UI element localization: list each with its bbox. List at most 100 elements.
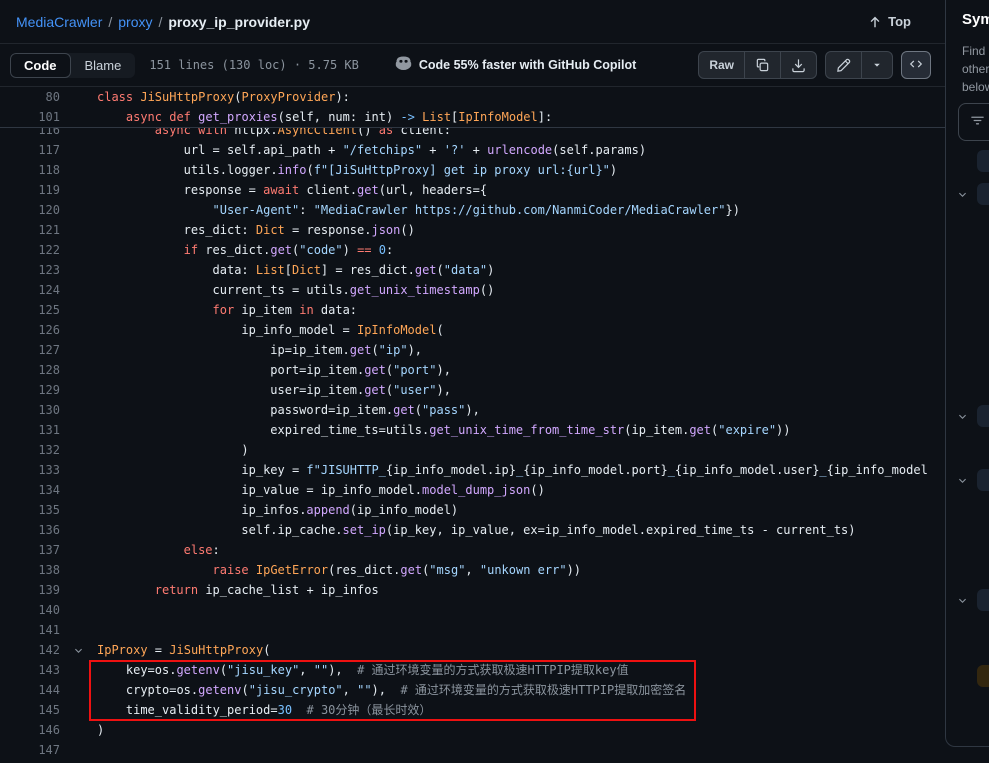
symbol-pill[interactable]	[977, 405, 989, 427]
symbol-item	[946, 469, 989, 493]
line-number[interactable]: 146	[0, 720, 60, 740]
code-text	[97, 740, 945, 760]
line-number[interactable]: 138	[0, 560, 60, 580]
symbol-pill[interactable]	[977, 665, 989, 687]
code-text: url = self.api_path + "/fetchips" + '?' …	[97, 140, 945, 160]
symbol-pill[interactable]	[977, 150, 989, 172]
line-number[interactable]: 118	[0, 160, 60, 180]
line-number[interactable]: 127	[0, 340, 60, 360]
edit-dropdown-chevron-icon[interactable]	[861, 52, 892, 78]
raw-button[interactable]: Raw	[699, 52, 744, 78]
line-number[interactable]: 117	[0, 140, 60, 160]
line-number[interactable]: 133	[0, 460, 60, 480]
filter-icon	[970, 113, 985, 131]
code-text: time_validity_period=30 # 30分钟（最长时效）	[97, 700, 945, 720]
code-line: 127ip=ip_item.get("ip"),	[0, 340, 945, 360]
code-brackets-icon	[909, 57, 923, 74]
line-number[interactable]: 139	[0, 580, 60, 600]
code-line: 140	[0, 600, 945, 620]
fold-spacer	[60, 280, 97, 300]
line-number[interactable]: 126	[0, 320, 60, 340]
toolbar-actions: Raw	[698, 51, 931, 79]
file-meta: 151 lines (130 loc) · 5.75 KB	[149, 58, 359, 72]
code-text: expired_time_ts=utils.get_unix_time_from…	[97, 420, 945, 440]
symbol-pill[interactable]	[977, 589, 989, 611]
line-number[interactable]: 132	[0, 440, 60, 460]
copy-icon[interactable]	[744, 52, 780, 78]
code-area: 80class JiSuHttpProxy(ProxyProvider):101…	[0, 87, 945, 762]
fold-spacer	[60, 320, 97, 340]
breadcrumb-repo-link[interactable]: MediaCrawler	[16, 14, 102, 30]
code-text: self.ip_cache.set_ip(ip_key, ip_value, e…	[97, 520, 945, 540]
line-number[interactable]: 144	[0, 680, 60, 700]
line-number[interactable]: 143	[0, 660, 60, 680]
line-number[interactable]: 129	[0, 380, 60, 400]
code-line: 120"User-Agent": "MediaCrawler https://g…	[0, 200, 945, 220]
code-line: 101async def get_proxies(self, num: int)…	[0, 107, 945, 127]
fold-spacer	[60, 480, 97, 500]
fold-chevron-icon[interactable]	[60, 640, 97, 660]
line-number[interactable]: 119	[0, 180, 60, 200]
symbols-description: Find other below	[962, 42, 989, 96]
line-number[interactable]: 142	[0, 640, 60, 660]
code-text: )	[97, 720, 945, 740]
line-number[interactable]: 122	[0, 240, 60, 260]
line-number[interactable]: 136	[0, 520, 60, 540]
breadcrumb-folder-link[interactable]: proxy	[118, 14, 152, 30]
tab-blame[interactable]: Blame	[71, 53, 136, 78]
fold-spacer	[60, 700, 97, 720]
line-number[interactable]: 120	[0, 200, 60, 220]
raw-copy-download-group: Raw	[698, 51, 817, 79]
symbol-pill[interactable]	[977, 469, 989, 491]
code-text: return ip_cache_list + ip_infos	[97, 580, 945, 600]
line-number[interactable]: 101	[0, 107, 60, 127]
line-number[interactable]: 125	[0, 300, 60, 320]
line-number[interactable]: 147	[0, 740, 60, 760]
line-number[interactable]: 145	[0, 700, 60, 720]
line-number[interactable]: 137	[0, 540, 60, 560]
code-text: class JiSuHttpProxy(ProxyProvider):	[97, 87, 945, 107]
clipped-line: 116async with httpx.AsyncClient() as cli…	[0, 128, 945, 140]
chevron-down-icon[interactable]	[957, 187, 968, 205]
code-line: 146)	[0, 720, 945, 740]
edit-pencil-icon[interactable]	[826, 52, 861, 78]
chevron-down-icon[interactable]	[957, 593, 968, 611]
line-number[interactable]: 141	[0, 620, 60, 640]
copilot-banner[interactable]: Code 55% faster with GitHub Copilot	[395, 55, 636, 75]
line-number[interactable]: 135	[0, 500, 60, 520]
symbol-pill[interactable]	[977, 183, 989, 205]
back-to-top-link[interactable]: Top	[868, 14, 929, 29]
code-text: data: List[Dict] = res_dict.get("data")	[97, 260, 945, 280]
code-line: 145 time_validity_period=30 # 30分钟（最长时效）	[0, 700, 945, 720]
code-line: 139 return ip_cache_list + ip_infos	[0, 580, 945, 600]
code-text: key=os.getenv("jisu_key", ""), # 通过环境变量的…	[97, 660, 945, 680]
line-number[interactable]: 128	[0, 360, 60, 380]
code-line: 131 expired_time_ts=utils.get_unix_time_f…	[0, 420, 945, 440]
line-number[interactable]: 123	[0, 260, 60, 280]
fold-spacer	[60, 440, 97, 460]
fold-spacer	[60, 200, 97, 220]
code-text: user=ip_item.get("user"),	[97, 380, 945, 400]
line-number[interactable]: 124	[0, 280, 60, 300]
line-number[interactable]: 140	[0, 600, 60, 620]
code-line: 129 user=ip_item.get("user"),	[0, 380, 945, 400]
code-line: 124current_ts = utils.get_unix_timestamp…	[0, 280, 945, 300]
line-number[interactable]: 130	[0, 400, 60, 420]
code-text: utils.logger.info(f"[JiSuHttpProxy] get …	[97, 160, 945, 180]
line-number[interactable]: 131	[0, 420, 60, 440]
line-number[interactable]: 121	[0, 220, 60, 240]
fold-spacer	[60, 128, 97, 140]
code-line: 147	[0, 740, 945, 760]
symbols-filter-button[interactable]	[958, 103, 989, 141]
code-text: ip_infos.append(ip_info_model)	[97, 500, 945, 520]
symbols-pane-toggle[interactable]	[901, 51, 931, 79]
download-icon[interactable]	[780, 52, 816, 78]
fold-spacer	[60, 180, 97, 200]
tab-code[interactable]: Code	[10, 53, 71, 78]
line-number[interactable]: 134	[0, 480, 60, 500]
chevron-down-icon[interactable]	[957, 409, 968, 427]
line-number[interactable]: 116	[0, 128, 60, 140]
line-number[interactable]: 80	[0, 87, 60, 107]
chevron-down-icon[interactable]	[957, 473, 968, 491]
code-line: 144crypto=os.getenv("jisu_crypto", ""), …	[0, 680, 945, 700]
